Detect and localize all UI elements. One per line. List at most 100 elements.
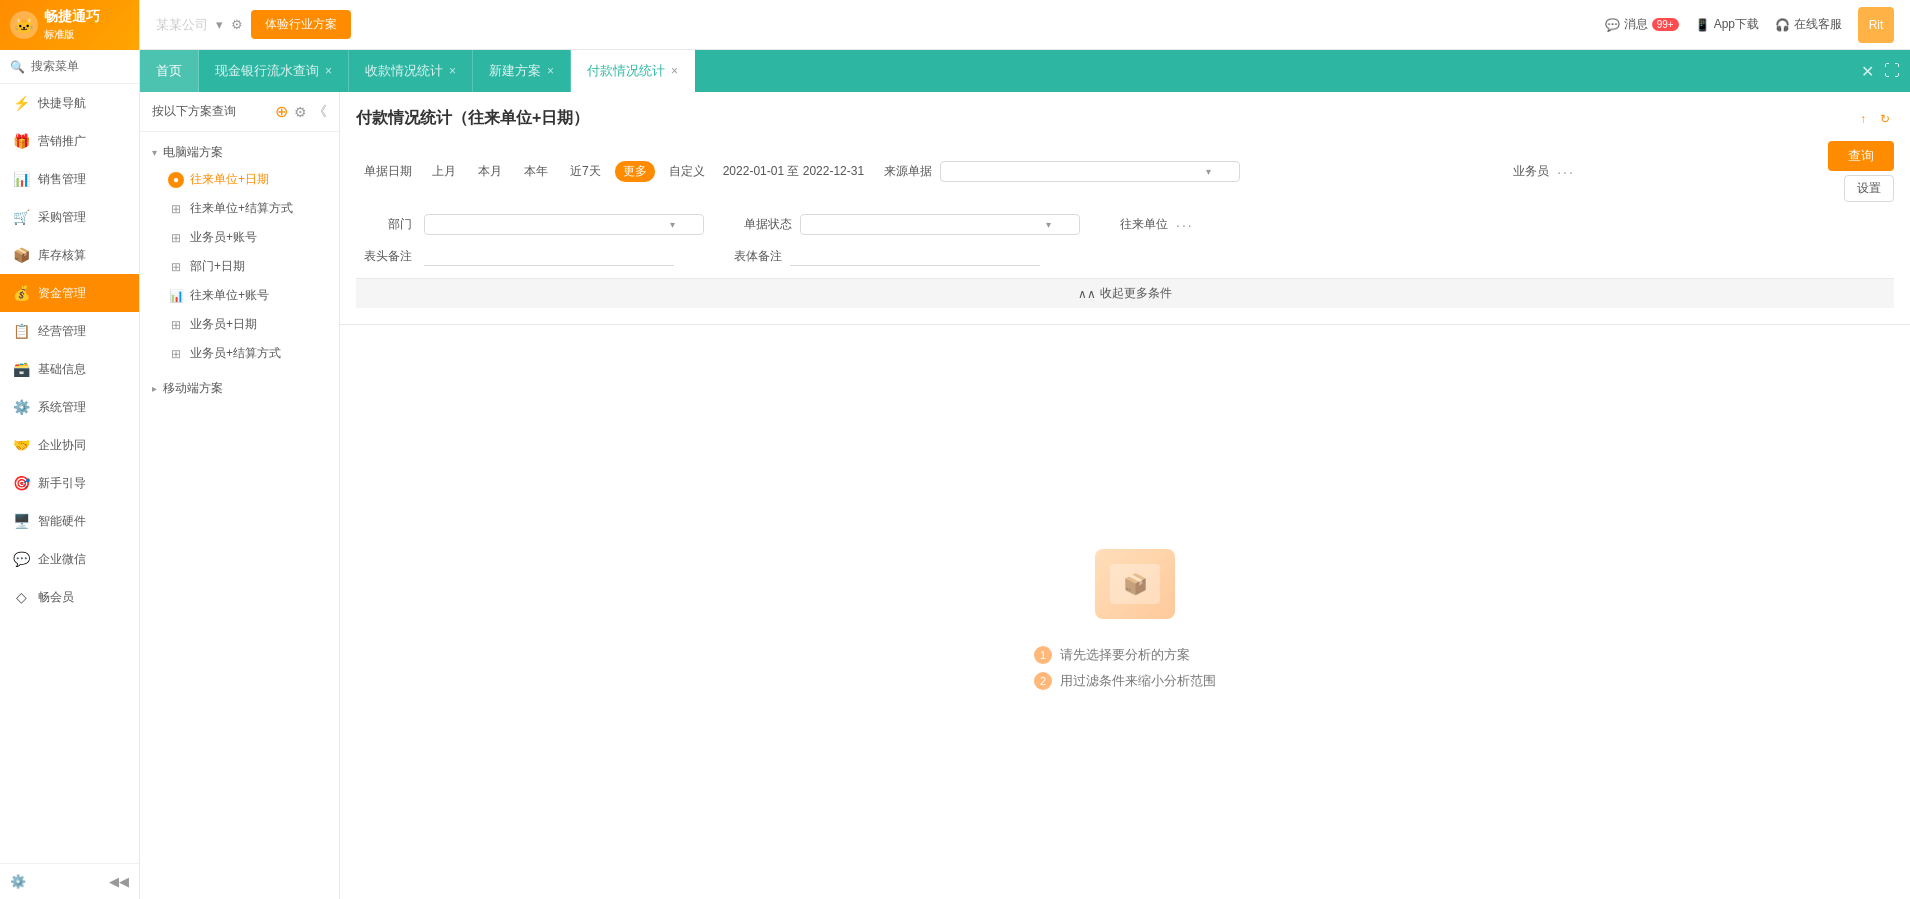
tab-receivable-label: 收款情况统计	[365, 62, 443, 80]
counterparty-group: 往来单位 ···	[1112, 216, 1194, 233]
sidebar-item-guide[interactable]: 🎯 新手引导	[0, 464, 139, 502]
tab-new-scheme[interactable]: 新建方案 ×	[473, 50, 571, 92]
table-icon-5: ⊞	[168, 346, 184, 362]
scheme-header-actions: ⊕ ⚙ 《	[275, 102, 327, 121]
search-menu[interactable]: 🔍 搜索菜单	[0, 50, 139, 84]
notification-label: 消息	[1624, 16, 1648, 33]
scheme-group-desktop[interactable]: ▾ 电脑端方案	[140, 140, 339, 165]
tab-bank-close[interactable]: ×	[325, 64, 332, 78]
body-note-input[interactable]	[790, 247, 1040, 266]
sidebar-item-sales[interactable]: 📊 销售管理	[0, 160, 139, 198]
sidebar-item-cooperation[interactable]: 🤝 企业协同	[0, 426, 139, 464]
scheme-item-label: 往来单位+账号	[190, 287, 269, 304]
tab-home[interactable]: 首页	[140, 50, 199, 92]
scheme-item-salesman-payment[interactable]: ⊞ 业务员+结算方式	[148, 339, 339, 368]
hardware-icon: 🖥️	[12, 512, 30, 530]
tab-payment[interactable]: 付款情况统计 ×	[571, 50, 695, 92]
scheme-item-counterparty-date[interactable]: ● 往来单位+日期	[148, 165, 339, 194]
date-7days[interactable]: 近7天	[562, 161, 609, 182]
scheme-group-mobile[interactable]: ▸ 移动端方案	[140, 376, 339, 401]
sidebar-item-wechat[interactable]: 💬 企业微信	[0, 540, 139, 578]
sidebar-item-purchase[interactable]: 🛒 采购管理	[0, 198, 139, 236]
filter-row-3: 表头备注 表体备注	[356, 247, 1894, 266]
scheme-header: 按以下方案查询 ⊕ ⚙ 《	[140, 92, 339, 132]
sidebar-item-label: 库存核算	[38, 247, 86, 264]
sidebar: 🐱 畅捷通巧 标准版 🔍 搜索菜单 ⚡ 快捷导航 🎁 营销推广 📊 销售管理 🛒…	[0, 0, 140, 899]
header-note-input[interactable]	[424, 247, 674, 266]
sidebar-item-vip[interactable]: ◇ 畅会员	[0, 578, 139, 616]
filter-header: 付款情况统计（往来单位+日期） ↑ ↻	[356, 108, 1894, 129]
collapse-conditions-btn[interactable]: ∧∧ 收起更多条件	[356, 278, 1894, 308]
date-more[interactable]: 更多	[615, 161, 655, 182]
collapse-scheme-icon[interactable]: 《	[313, 103, 327, 121]
sidebar-item-inventory[interactable]: 📦 库存核算	[0, 236, 139, 274]
filter-rows: 单据日期 上月 本月 本年 近7天 更多 自定义 2022-01-01 至 20…	[356, 141, 1894, 266]
query-button[interactable]: 查询	[1828, 141, 1894, 171]
export-btn[interactable]: ↑	[1860, 112, 1870, 126]
notification-icon: 💬	[1605, 18, 1620, 32]
online-service-btn[interactable]: 🎧 在线客服	[1775, 16, 1842, 33]
table-icon-3: ⊞	[168, 259, 184, 275]
scheme-item-salesman-account[interactable]: ⊞ 业务员+账号	[148, 223, 339, 252]
sidebar-item-label: 企业微信	[38, 551, 86, 568]
scheme-settings-icon[interactable]: ⚙	[294, 104, 307, 120]
dept-label: 部门	[356, 216, 412, 233]
add-scheme-icon[interactable]: ⊕	[275, 102, 288, 121]
close-tab-icon[interactable]: ✕	[1861, 62, 1874, 81]
sidebar-footer: ⚙️ ◀◀	[0, 863, 139, 899]
finance-icon: 💰	[12, 284, 30, 302]
main-content: 某某公司 ▾ ⚙ 体验行业方案 💬 消息 99+ 📱 App下载 🎧 在线客服 …	[140, 0, 1910, 899]
empty-illustration: 📦	[1075, 534, 1175, 634]
tab-bank[interactable]: 现金银行流水查询 ×	[199, 50, 349, 92]
date-last-month[interactable]: 上月	[424, 161, 464, 182]
settings-button[interactable]: 设置	[1844, 175, 1894, 202]
dept-select[interactable]: ▾	[424, 214, 704, 235]
source-select[interactable]: ▾	[940, 161, 1240, 182]
scheme-item-counterparty-account[interactable]: 📊 往来单位+账号	[148, 281, 339, 310]
sidebar-item-finance[interactable]: 💰 资金管理	[0, 274, 139, 312]
salesman-ellipsis[interactable]: ···	[1557, 164, 1575, 180]
scheme-item-counterparty-payment[interactable]: ⊞ 往来单位+结算方式	[148, 194, 339, 223]
fullscreen-icon[interactable]: ⛶	[1884, 62, 1900, 80]
vip-icon: ◇	[12, 588, 30, 606]
notification-btn[interactable]: 💬 消息 99+	[1605, 16, 1679, 33]
tab-receivable[interactable]: 收款情况统计 ×	[349, 50, 473, 92]
body-note-label: 表体备注	[726, 248, 782, 265]
topbar-gear-icon[interactable]: ⚙	[231, 17, 243, 32]
counterparty-ellipsis[interactable]: ···	[1176, 217, 1194, 233]
sales-icon: 📊	[12, 170, 30, 188]
doc-status-select[interactable]: ▾	[800, 214, 1080, 235]
sidebar-item-label: 系统管理	[38, 399, 86, 416]
export-icon: ↑	[1860, 112, 1866, 126]
tab-new-scheme-close[interactable]: ×	[547, 64, 554, 78]
purchase-icon: 🛒	[12, 208, 30, 226]
date-custom[interactable]: 自定义	[661, 161, 713, 182]
tab-payment-close[interactable]: ×	[671, 64, 678, 78]
sidebar-item-marketing[interactable]: 🎁 营销推广	[0, 122, 139, 160]
logo-text: 畅捷通巧	[44, 8, 100, 26]
company-dropdown-icon[interactable]: ▾	[216, 17, 223, 32]
sidebar-item-quick-nav[interactable]: ⚡ 快捷导航	[0, 84, 139, 122]
scheme-item-label: 部门+日期	[190, 258, 245, 275]
sidebar-item-basic[interactable]: 🗃️ 基础信息	[0, 350, 139, 388]
search-menu-label: 搜索菜单	[31, 58, 79, 75]
tab-receivable-close[interactable]: ×	[449, 64, 456, 78]
settings-icon[interactable]: ⚙️	[10, 874, 26, 889]
app-download-btn[interactable]: 📱 App下载	[1695, 16, 1759, 33]
user-avatar[interactable]: Rit	[1858, 7, 1894, 43]
chart-icon: 📊	[168, 288, 184, 304]
app-download-label: App下载	[1714, 16, 1759, 33]
cooperation-icon: 🤝	[12, 436, 30, 454]
date-this-year[interactable]: 本年	[516, 161, 556, 182]
sidebar-item-hardware[interactable]: 🖥️ 智能硬件	[0, 502, 139, 540]
trial-industry-btn[interactable]: 体验行业方案	[251, 10, 351, 39]
sidebar-item-system[interactable]: ⚙️ 系统管理	[0, 388, 139, 426]
scheme-item-salesman-date[interactable]: ⊞ 业务员+日期	[148, 310, 339, 339]
collapse-sidebar-icon[interactable]: ◀◀	[109, 874, 129, 889]
scheme-item-dept-date[interactable]: ⊞ 部门+日期	[148, 252, 339, 281]
refresh-btn[interactable]: ↻	[1880, 112, 1894, 126]
date-this-month[interactable]: 本月	[470, 161, 510, 182]
group-arrow-down-icon: ▾	[152, 147, 157, 158]
table-icon-4: ⊞	[168, 317, 184, 333]
sidebar-item-operation[interactable]: 📋 经营管理	[0, 312, 139, 350]
